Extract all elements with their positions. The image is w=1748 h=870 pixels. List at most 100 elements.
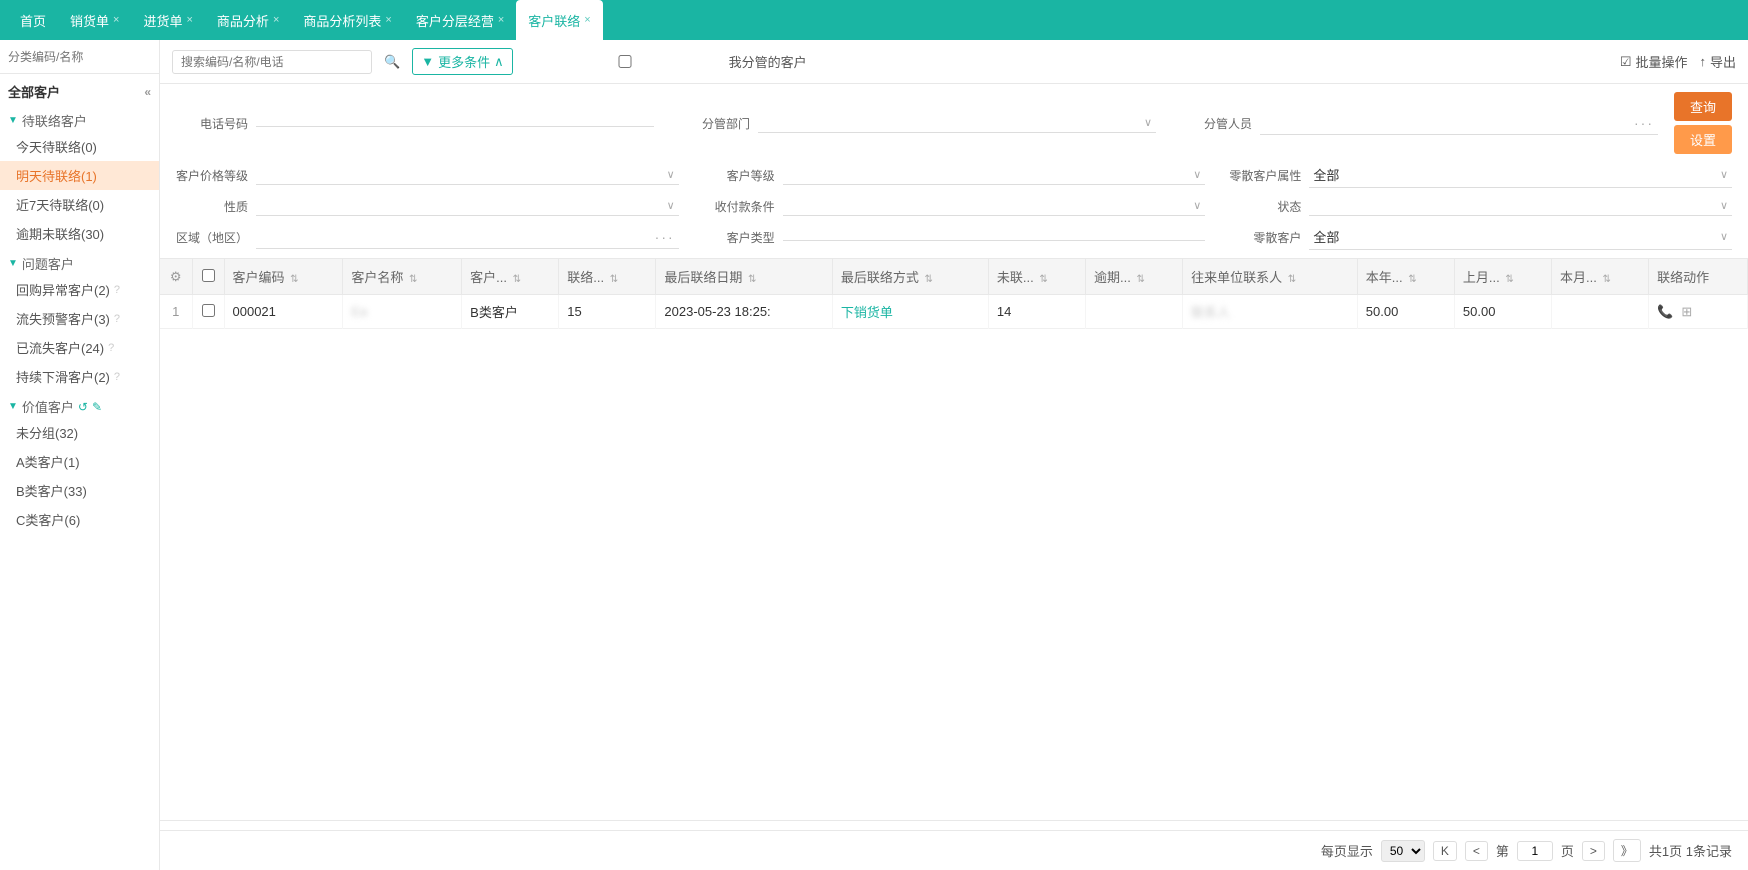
status-input[interactable]: ∨ <box>1309 196 1732 216</box>
last-page-button[interactable]: 》 <box>1613 839 1641 862</box>
select-all-checkbox[interactable] <box>202 269 215 282</box>
sidebar-lost-risk[interactable]: 流失预警客户(3) ? <box>0 304 159 333</box>
phone-input[interactable] <box>256 120 654 127</box>
sidebar-today-contact[interactable]: 今天待联络(0) <box>0 132 159 161</box>
sort-contact-person-icon[interactable]: ⇅ <box>1288 274 1296 285</box>
sort-name-icon[interactable]: ⇅ <box>409 274 417 285</box>
price-level-arrow: ∨ <box>667 168 675 181</box>
batch-op-button[interactable]: ☑ 批量操作 <box>1620 52 1688 71</box>
filter-phone: 电话号码 <box>176 115 654 132</box>
nav-purchase-order[interactable]: 进货单 × <box>131 0 204 40</box>
settings-icon[interactable]: ⚙ <box>170 269 182 285</box>
th-last-contact-date: 最后联络日期 ⇅ <box>656 259 832 295</box>
payment-input[interactable]: ∨ <box>783 196 1206 216</box>
customer-type-input[interactable] <box>783 234 1206 241</box>
export-icon: ↑ <box>1699 54 1706 69</box>
nav-home[interactable]: 首页 <box>8 0 58 40</box>
nav-customer-layering[interactable]: 客户分层经营 × <box>404 0 516 40</box>
td-name: Ea <box>343 295 462 329</box>
page-number-input[interactable] <box>1517 841 1553 861</box>
sort-overdue-icon[interactable]: ⇅ <box>1136 274 1144 285</box>
phone-action-icon[interactable]: 📞 <box>1657 304 1673 320</box>
prev-page-button[interactable]: < <box>1465 841 1488 861</box>
nav-close-sales-order[interactable]: × <box>113 14 119 26</box>
sort-last-month-icon[interactable]: ⇅ <box>1505 274 1513 285</box>
search-icon[interactable]: 🔍 <box>384 54 400 70</box>
grid-action-icon[interactable]: ⊞ <box>1681 304 1692 320</box>
th-last-contact-date-label: 最后联络日期 <box>664 270 742 285</box>
sort-this-year-icon[interactable]: ⇅ <box>1408 274 1416 285</box>
dept-input[interactable]: ∨ <box>758 113 1156 133</box>
sidebar-search-input[interactable] <box>8 50 160 64</box>
set-button[interactable]: 设置 <box>1674 125 1732 154</box>
my-customers-check-input[interactable] <box>525 55 725 68</box>
checkbox-icon: ☑ <box>1620 54 1632 70</box>
refresh-icon[interactable]: ↺ <box>78 400 88 414</box>
chevron-up-icon: ∧ <box>494 54 504 70</box>
td-last-contact-date: 2023-05-23 18:25: <box>656 295 832 329</box>
first-page-button[interactable]: K <box>1433 841 1457 861</box>
td-contact-count: 15 <box>559 295 656 329</box>
sort-last-contact-date-icon[interactable]: ⇅ <box>748 274 756 285</box>
sort-last-contact-method-icon[interactable]: ⇅ <box>924 274 932 285</box>
payment-arrow: ∨ <box>1193 199 1201 212</box>
per-page-select[interactable]: 50 <box>1381 840 1425 862</box>
contact-person-blurred: 联系人 <box>1191 305 1230 320</box>
th-no-contact-label: 未联... <box>997 270 1034 285</box>
td-type: B类客户 <box>462 295 559 329</box>
nav-close-purchase-order[interactable]: × <box>186 14 192 26</box>
horizontal-scrollbar[interactable] <box>160 820 1748 830</box>
sidebar-class-a[interactable]: A类客户(1) <box>0 447 159 476</box>
sidebar-tomorrow-contact[interactable]: 明天待联络(1) <box>0 161 159 190</box>
sort-contact-count-icon[interactable]: ⇅ <box>610 274 618 285</box>
query-button[interactable]: 查询 <box>1674 92 1732 121</box>
sidebar-lost[interactable]: 已流失客户(24) ? <box>0 333 159 362</box>
retail-attr-input[interactable]: 全部 ∨ <box>1309 162 1732 188</box>
sidebar-continuous-decline[interactable]: 持续下滑客户(2) ? <box>0 362 159 391</box>
retail-customer-input[interactable]: 全部 ∨ <box>1309 224 1732 250</box>
export-button[interactable]: ↑ 导出 <box>1699 52 1736 71</box>
gender-input[interactable]: ∨ <box>256 196 679 216</box>
sort-this-month-icon[interactable]: ⇅ <box>1603 274 1611 285</box>
th-last-contact-method-label: 最后联络方式 <box>841 270 919 285</box>
nav-product-analysis[interactable]: 商品分析 × <box>205 0 291 40</box>
sidebar-all-customers[interactable]: 全部客户 « <box>0 74 159 105</box>
sort-no-contact-icon[interactable]: ⇅ <box>1039 274 1047 285</box>
sort-type-icon[interactable]: ⇅ <box>513 274 521 285</box>
sort-code-icon[interactable]: ⇅ <box>290 274 298 285</box>
price-level-input[interactable]: ∨ <box>256 165 679 185</box>
retail-attr-arrow: ∨ <box>1720 168 1728 181</box>
td-this-month <box>1552 295 1649 329</box>
th-no-contact: 未联... ⇅ <box>988 259 1085 295</box>
nav-sales-order[interactable]: 销货单 × <box>58 0 131 40</box>
nav-close-product-analysis[interactable]: × <box>273 14 279 26</box>
nav-close-customer-layering[interactable]: × <box>498 14 504 26</box>
row-checkbox[interactable] <box>202 304 215 317</box>
region-dots: ··· <box>655 229 675 245</box>
th-actions-label: 联络动作 <box>1657 270 1709 285</box>
nav-product-analysis-list[interactable]: 商品分析列表 × <box>291 0 403 40</box>
edit-icon[interactable]: ✎ <box>92 400 102 414</box>
td-actions: 📞 ⊞ <box>1649 295 1748 329</box>
sidebar-class-b[interactable]: B类客户(33) <box>0 476 159 505</box>
sidebar-week-contact[interactable]: 近7天待联络(0) <box>0 190 159 219</box>
sidebar-overdue-contact[interactable]: 逾期未联络(30) <box>0 219 159 248</box>
nav-close-customer-contact[interactable]: × <box>584 14 590 26</box>
last-contact-method-link[interactable]: 下销货单 <box>841 305 893 320</box>
filter-row-2: 客户价格等级 ∨ 客户等级 ∨ 零散客户属性 <box>176 162 1732 188</box>
td-overdue <box>1086 295 1183 329</box>
sidebar-repurchase-abnormal[interactable]: 回购异常客户(2) ? <box>0 275 159 304</box>
person-input[interactable]: ··· <box>1260 112 1658 135</box>
customer-level-input[interactable]: ∨ <box>783 165 1206 185</box>
nav-close-product-analysis-list[interactable]: × <box>385 14 391 26</box>
nav-customer-contact[interactable]: 客户联络 × <box>516 0 602 40</box>
search-input[interactable] <box>172 50 372 74</box>
sidebar-class-c[interactable]: C类客户(6) <box>0 505 159 534</box>
my-customers-checkbox[interactable]: 我分管的客户 <box>525 52 807 71</box>
region-input[interactable]: ··· <box>256 226 679 249</box>
next-page-button[interactable]: > <box>1582 841 1605 861</box>
table-header-row: ⚙ 客户编码 ⇅ 客户名称 <box>160 259 1748 295</box>
sidebar-ungrouped[interactable]: 未分组(32) <box>0 418 159 447</box>
more-conditions-button[interactable]: ▼ 更多条件 ∧ <box>412 48 512 75</box>
th-last-contact-method: 最后联络方式 ⇅ <box>832 259 988 295</box>
